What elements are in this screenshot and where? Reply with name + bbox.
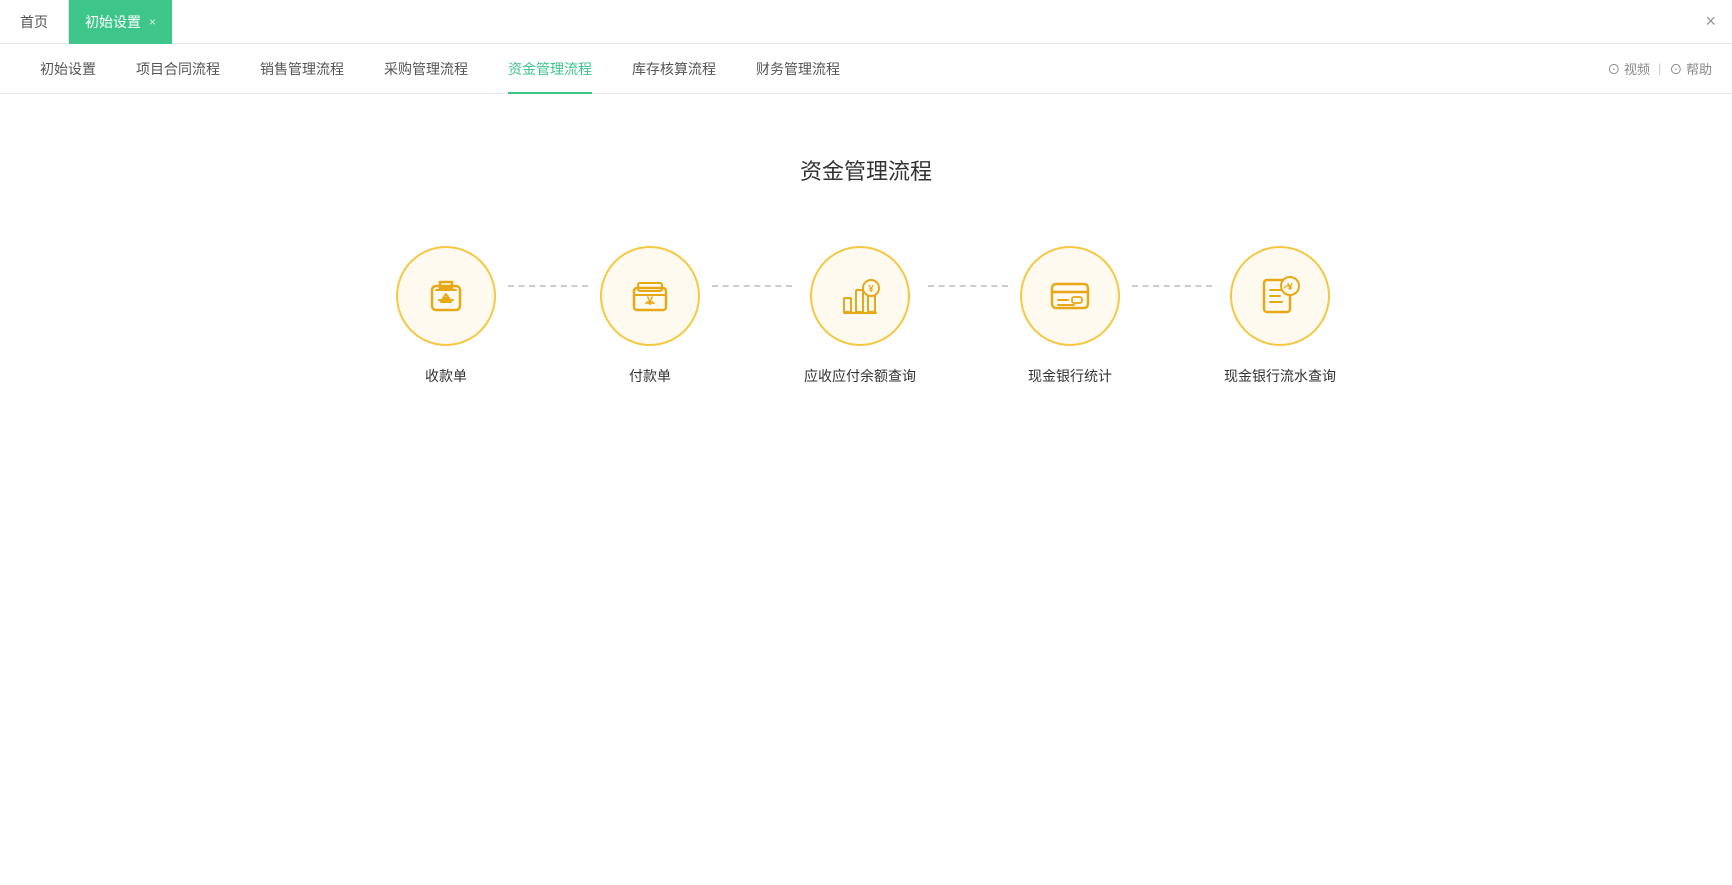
nav-bar: 初始设置 项目合同流程 销售管理流程 采购管理流程 资金管理流程 库存核算流程 …: [0, 44, 1732, 94]
svg-text:¥: ¥: [868, 284, 874, 295]
nav-item-fund-management[interactable]: 资金管理流程: [488, 44, 612, 94]
home-tab[interactable]: 首页: [0, 0, 69, 44]
nav-divider: |: [1658, 61, 1661, 76]
bank-flow-label: 现金银行流水查询: [1224, 366, 1336, 386]
nav-item-project-contract[interactable]: 项目合同流程: [116, 44, 240, 94]
flow-container: ¥ 收款单 ¥ 付款单: [396, 246, 1336, 386]
bank-report-icon: ¥: [1254, 270, 1306, 322]
payment-icon-circle[interactable]: ¥: [600, 246, 700, 346]
receipt-yen-icon: ¥: [420, 270, 472, 322]
connector-1: [496, 285, 600, 287]
connector-3: [916, 285, 1020, 287]
close-window-button[interactable]: ×: [1705, 11, 1716, 32]
payment-label: 付款单: [629, 366, 671, 386]
svg-text:¥: ¥: [647, 294, 654, 308]
nav-right: ⊙ 视频 | ⊙ 帮助: [1607, 59, 1712, 78]
bank-flow-icon-circle[interactable]: ¥: [1230, 246, 1330, 346]
dotted-line-1: [508, 285, 588, 287]
dotted-line-2: [712, 285, 792, 287]
balance-label: 应收应付余额查询: [804, 366, 916, 386]
balance-chart-icon: ¥: [834, 270, 886, 322]
page-title: 资金管理流程: [800, 154, 932, 186]
active-tab[interactable]: 初始设置 ×: [69, 0, 172, 44]
nav-item-financial-management[interactable]: 财务管理流程: [736, 44, 860, 94]
balance-icon-circle[interactable]: ¥: [810, 246, 910, 346]
dotted-line-4: [1132, 285, 1212, 287]
flow-item-bank-stat: 现金银行统计: [1020, 246, 1120, 386]
nav-item-initial-setup[interactable]: 初始设置: [20, 44, 116, 94]
nav-item-inventory-accounting[interactable]: 库存核算流程: [612, 44, 736, 94]
receipt-icon-circle[interactable]: ¥: [396, 246, 496, 346]
dotted-line-3: [928, 285, 1008, 287]
help-link[interactable]: ⊙ 帮助: [1669, 59, 1712, 78]
active-tab-label: 初始设置: [85, 12, 141, 32]
bank-lines-icon: [1044, 270, 1096, 322]
top-bar-right: ×: [1705, 11, 1732, 32]
close-tab-icon[interactable]: ×: [149, 15, 156, 29]
payment-box-icon: ¥: [624, 270, 676, 322]
nav-item-sales-management[interactable]: 销售管理流程: [240, 44, 364, 94]
svg-text:¥: ¥: [443, 294, 450, 306]
bank-stat-label: 现金银行统计: [1028, 366, 1112, 386]
nav-item-purchase-management[interactable]: 采购管理流程: [364, 44, 488, 94]
receipt-label: 收款单: [425, 366, 467, 386]
video-link[interactable]: ⊙ 视频: [1607, 59, 1650, 78]
connector-4: [1120, 285, 1224, 287]
top-bar: 首页 初始设置 × ×: [0, 0, 1732, 44]
main-content: 资金管理流程 ¥ 收款单: [0, 94, 1732, 386]
bank-stat-icon-circle[interactable]: [1020, 246, 1120, 346]
connector-2: [700, 285, 804, 287]
flow-item-balance: ¥ 应收应付余额查询: [804, 246, 916, 386]
flow-item-payment: ¥ 付款单: [600, 246, 700, 386]
flow-item-receipt: ¥ 收款单: [396, 246, 496, 386]
flow-item-bank-flow: ¥ 现金银行流水查询: [1224, 246, 1336, 386]
